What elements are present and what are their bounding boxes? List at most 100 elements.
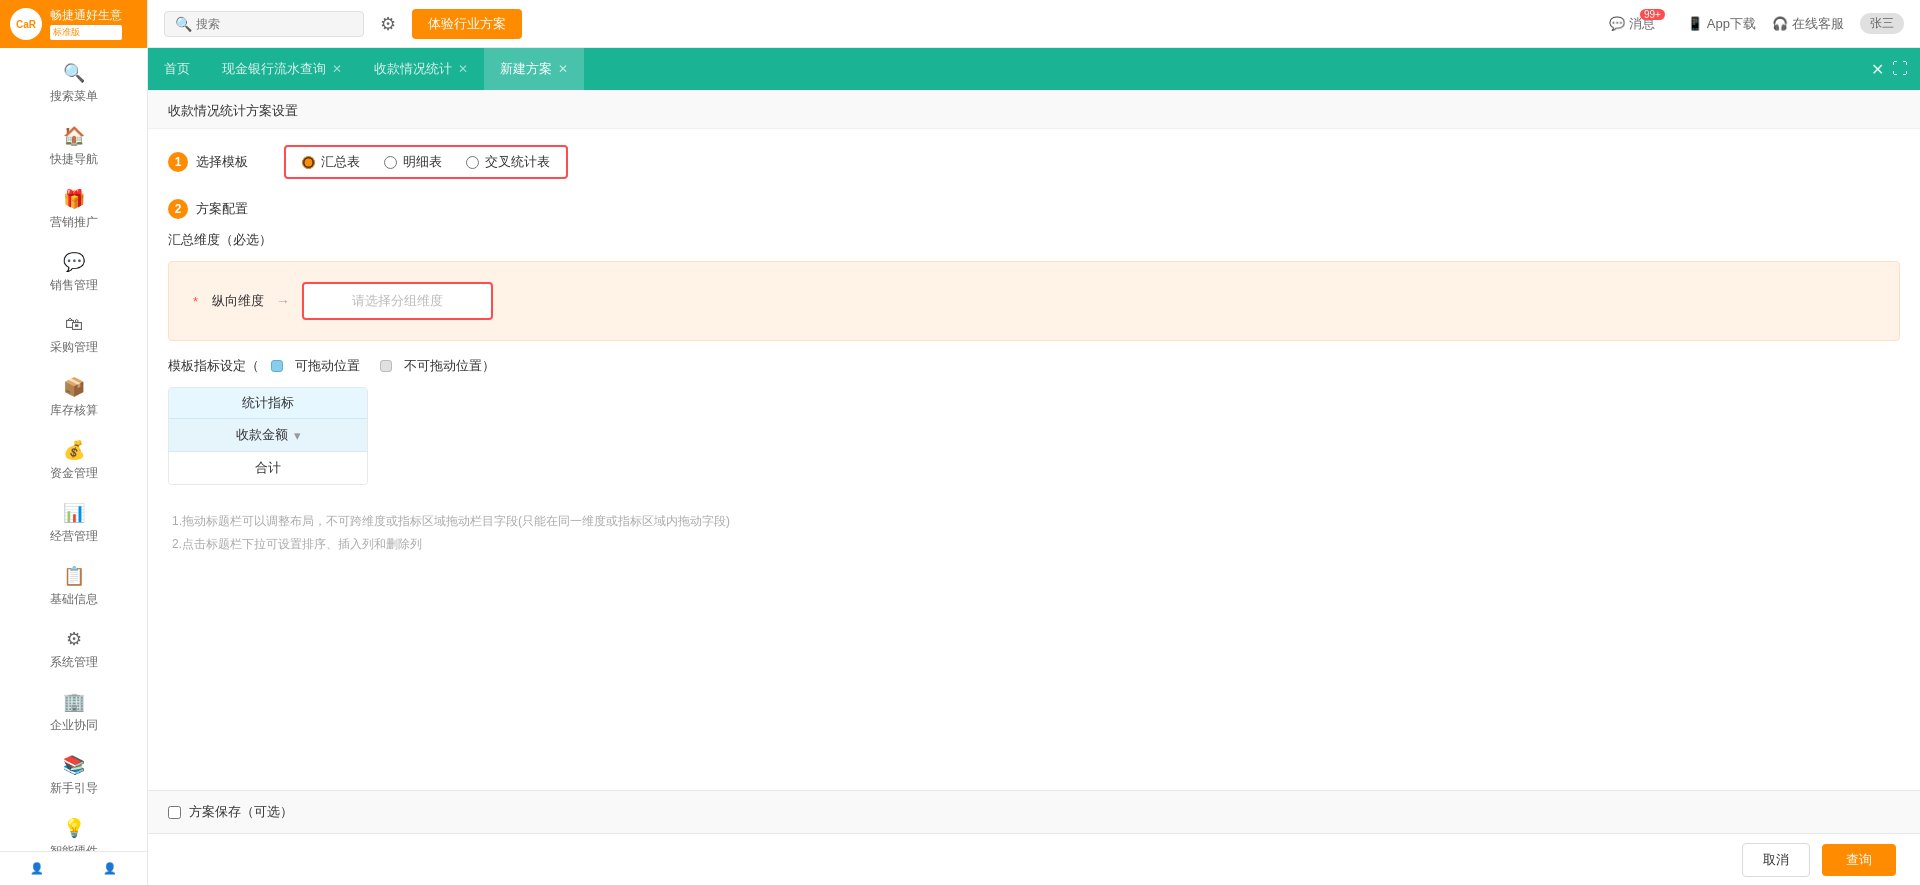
tab-new-plan-close[interactable]: ✕ <box>558 62 568 76</box>
cancel-button[interactable]: 取消 <box>1742 843 1810 877</box>
metrics-legend-fixed: 不可拖动位置） <box>404 357 495 375</box>
sidebar-item-finance[interactable]: 💰 资金管理 <box>0 429 147 492</box>
sidebar-item-purchase[interactable]: 🛍 采购管理 <box>0 304 147 366</box>
sidebar-item-label: 系统管理 <box>50 654 98 671</box>
sidebar-item-label: 企业协同 <box>50 717 98 734</box>
template-option-crosstab[interactable]: 交叉统计表 <box>466 153 550 171</box>
service-button[interactable]: 🎧 在线客服 <box>1772 15 1844 33</box>
metrics-section: 模板指标设定（ 可拖动位置 不可拖动位置） 统计指标 <box>168 357 1900 554</box>
topbar-right: 💬 消息 99+ 📱 App下载 🎧 在线客服 张三 <box>1609 13 1904 34</box>
avatar2-icon: 👤 <box>103 862 117 875</box>
enterprise-icon: 🏢 <box>63 691 85 713</box>
message-icon: 💬 <box>1609 16 1625 31</box>
metrics-col-header[interactable]: 收款金额 ▾ <box>169 419 367 452</box>
tab-payment-stat-label: 收款情况统计 <box>374 60 452 78</box>
search-menu-icon: 🔍 <box>63 62 85 84</box>
sidebar-item-enterprise[interactable]: 🏢 企业协同 <box>0 681 147 744</box>
sidebar-item-system[interactable]: ⚙ 系统管理 <box>0 618 147 681</box>
sidebar-item-label: 搜索菜单 <box>50 88 98 105</box>
template-option-summary[interactable]: 汇总表 <box>302 153 360 171</box>
sidebar-item-inventory[interactable]: 📦 库存核算 <box>0 366 147 429</box>
sidebar-item-quick-nav[interactable]: 🏠 快捷导航 <box>0 115 147 178</box>
finance-icon: 💰 <box>63 439 85 461</box>
tab-new-plan[interactable]: 新建方案 ✕ <box>484 48 584 90</box>
search-icon: 🔍 <box>175 16 192 32</box>
template-label-crosstab: 交叉统计表 <box>485 153 550 171</box>
page-header-title: 收款情况统计方案设置 <box>168 103 298 118</box>
sidebar-avatar2[interactable]: 👤 <box>103 862 117 875</box>
fixed-legend-dot <box>380 360 392 372</box>
step1-num: 1 <box>168 152 188 172</box>
download-label: App下载 <box>1707 15 1756 33</box>
sidebar: CaR 畅捷通好生意 标准版 🔍 搜索菜单 🏠 快捷导航 🎁 营销推广 💬 销售… <box>0 0 148 885</box>
template-radio-summary[interactable] <box>302 156 315 169</box>
sidebar-item-sales[interactable]: 💬 销售管理 <box>0 241 147 304</box>
template-options: 汇总表 明细表 交叉统计表 <box>284 145 568 179</box>
tip-2: 2.点击标题栏下拉可设置排序、插入列和删除列 <box>172 535 1896 554</box>
sidebar-avatar1[interactable]: 👤 <box>30 862 44 875</box>
topbar-search-box[interactable]: 🔍 <box>164 11 364 37</box>
sidebar-item-label: 库存核算 <box>50 402 98 419</box>
dimension-select-box[interactable]: 请选择分组维度 <box>302 282 493 320</box>
save-option-label: 方案保存（可选） <box>189 803 293 821</box>
operation-icon: 📊 <box>63 502 85 524</box>
tab-payment-stat-close[interactable]: ✕ <box>458 62 468 76</box>
tab-bank-flow[interactable]: 现金银行流水查询 ✕ <box>206 48 358 90</box>
search-input[interactable] <box>196 17 353 31</box>
metrics-row-total: 合计 <box>169 452 367 484</box>
tab-payment-stat[interactable]: 收款情况统计 ✕ <box>358 48 484 90</box>
metrics-row-label: 合计 <box>255 460 281 475</box>
smart-hw-icon: 💡 <box>63 817 85 839</box>
sales-icon: 💬 <box>63 251 85 273</box>
tab-maximize-icon[interactable]: ⛶ <box>1892 60 1908 78</box>
sidebar-item-search-menu[interactable]: 🔍 搜索菜单 <box>0 52 147 115</box>
tab-new-plan-label: 新建方案 <box>500 60 552 78</box>
download-icon: 📱 <box>1687 16 1703 31</box>
message-button[interactable]: 💬 消息 99+ <box>1609 15 1655 33</box>
page-header: 收款情况统计方案设置 <box>148 90 1920 129</box>
metrics-col-dropdown-icon[interactable]: ▾ <box>294 428 301 443</box>
step1-header: 1 选择模板 汇总表 明细表 <box>168 145 1900 179</box>
sidebar-bottom: 👤 👤 <box>0 851 147 885</box>
download-button[interactable]: 📱 App下载 <box>1687 15 1756 33</box>
dimension-row: * 纵向维度 → 请选择分组维度 <box>193 282 1875 320</box>
basic-info-icon: 📋 <box>63 565 85 587</box>
template-option-detail[interactable]: 明细表 <box>384 153 442 171</box>
logo-abbr: CaR <box>16 19 36 30</box>
sidebar-item-newbie[interactable]: 📚 新手引导 <box>0 744 147 807</box>
marketing-icon: 🎁 <box>63 188 85 210</box>
quick-nav-icon: 🏠 <box>63 125 85 147</box>
sidebar-item-smart-hw[interactable]: 💡 智能硬件 <box>0 807 147 851</box>
sidebar-item-operation[interactable]: 📊 经营管理 <box>0 492 147 555</box>
draggable-legend-dot <box>271 360 283 372</box>
service-icon: 🎧 <box>1772 16 1788 31</box>
sidebar-item-basic-info[interactable]: 📋 基础信息 <box>0 555 147 618</box>
user-name[interactable]: 张三 <box>1860 13 1904 34</box>
step2-title: 方案配置 <box>196 200 248 218</box>
step2-header: 2 方案配置 <box>168 199 1900 219</box>
metrics-table: 统计指标 收款金额 ▾ 合计 <box>168 387 368 485</box>
metrics-section-label: 统计指标 <box>242 395 294 410</box>
sidebar-item-marketing[interactable]: 🎁 营销推广 <box>0 178 147 241</box>
avatar1-icon: 👤 <box>30 862 44 875</box>
sidebar-item-label: 快捷导航 <box>50 151 98 168</box>
service-label: 在线客服 <box>1792 15 1844 33</box>
tabbar-right: ✕ ⛶ <box>1871 60 1920 79</box>
tab-close-all-icon[interactable]: ✕ <box>1871 60 1884 79</box>
template-radio-crosstab[interactable] <box>466 156 479 169</box>
trial-button[interactable]: 体验行业方案 <box>412 9 522 39</box>
save-option-checkbox[interactable] <box>168 806 181 819</box>
metrics-table-header: 统计指标 <box>169 388 367 419</box>
topbar: 🔍 ⚙ 体验行业方案 💬 消息 99+ 📱 App下载 🎧 在线客服 张三 <box>148 0 1920 48</box>
inventory-icon: 📦 <box>63 376 85 398</box>
template-radio-detail[interactable] <box>384 156 397 169</box>
settings-icon[interactable]: ⚙ <box>380 13 396 35</box>
query-button[interactable]: 查询 <box>1822 844 1896 876</box>
tab-home[interactable]: 首页 <box>148 48 206 90</box>
template-label-detail: 明细表 <box>403 153 442 171</box>
tab-bank-flow-close[interactable]: ✕ <box>332 62 342 76</box>
required-star: * <box>193 294 198 309</box>
logo-badge: 标准版 <box>50 25 122 40</box>
sidebar-nav: 🔍 搜索菜单 🏠 快捷导航 🎁 营销推广 💬 销售管理 🛍 采购管理 📦 库存核… <box>0 48 147 851</box>
step2-section: 2 方案配置 汇总维度（必选） * 纵向维度 → <box>168 199 1900 554</box>
